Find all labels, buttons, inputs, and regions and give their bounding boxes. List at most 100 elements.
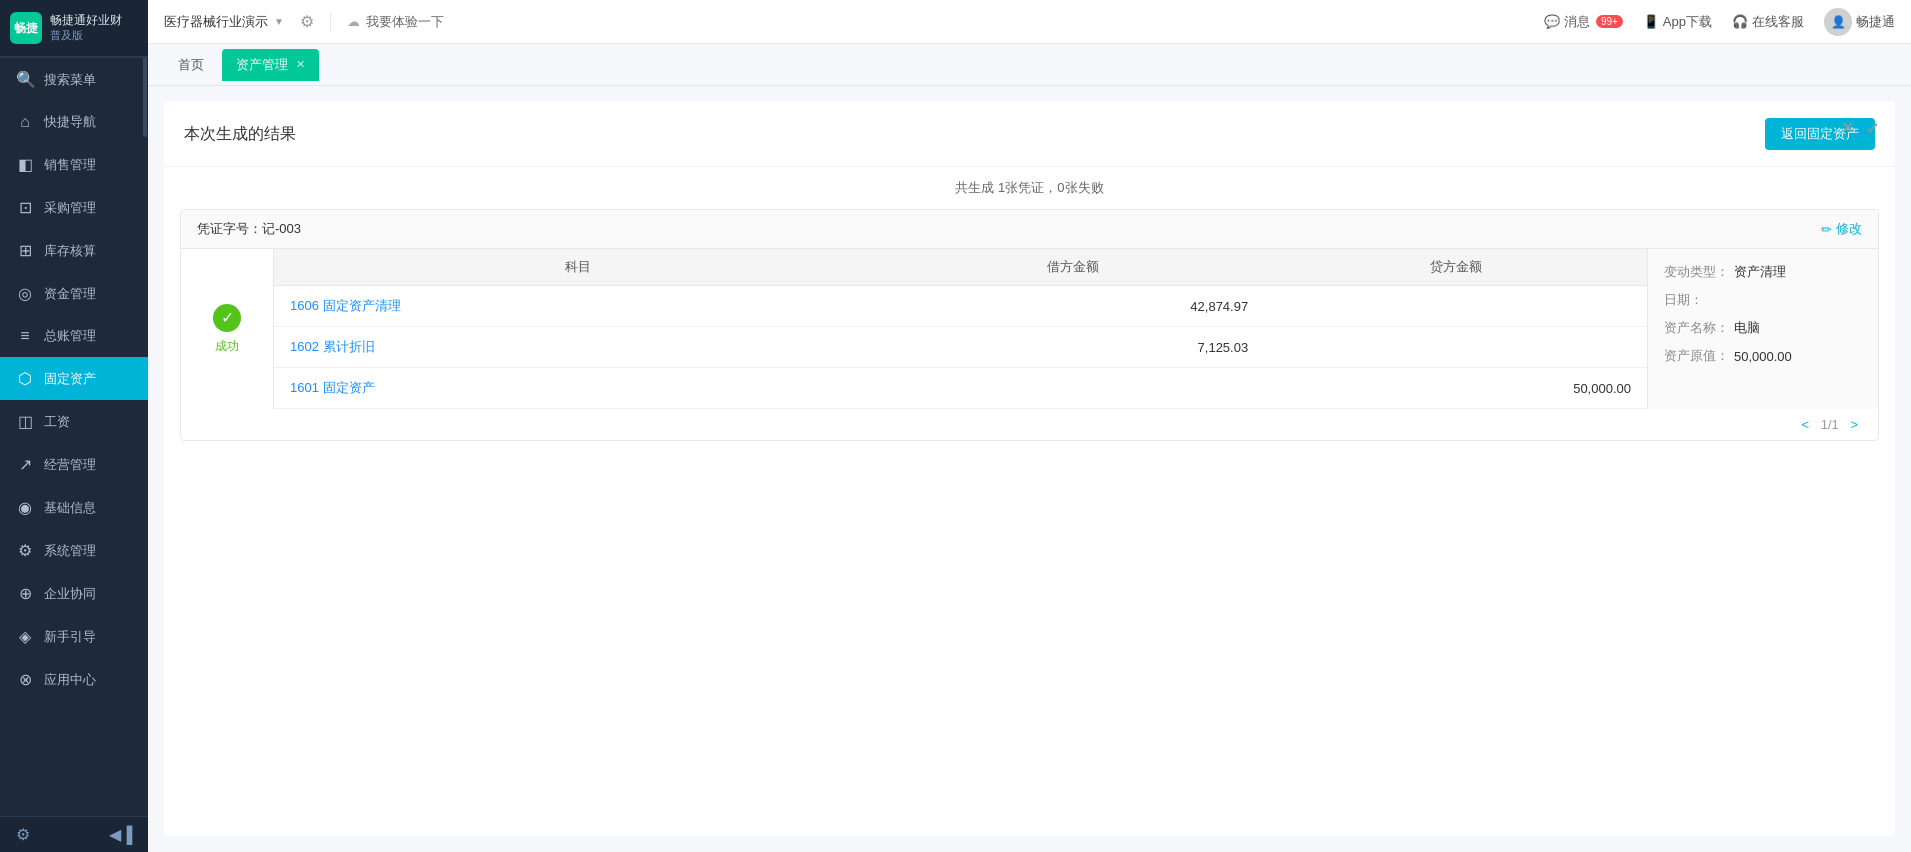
edit-label: 修改 bbox=[1836, 220, 1862, 238]
message-button[interactable]: 💬 消息 99+ bbox=[1544, 13, 1623, 31]
panel-change-type: 变动类型： 资产清理 bbox=[1664, 263, 1862, 281]
sidebar-item-system[interactable]: ⚙ 系统管理 bbox=[0, 529, 148, 572]
tab-asset-label: 资产管理 bbox=[236, 56, 288, 74]
sidebar-item-wages[interactable]: ◫ 工资 bbox=[0, 400, 148, 443]
asset-name-value: 电脑 bbox=[1734, 319, 1760, 337]
logo-icon: 畅捷 bbox=[10, 12, 42, 44]
sidebar-item-appstore[interactable]: ⊗ 应用中心 bbox=[0, 658, 148, 701]
row3-subject: 1601 固定资产 bbox=[274, 368, 881, 409]
success-icon-circle: ✓ bbox=[213, 304, 241, 332]
voucher-edit-button[interactable]: ✏ 修改 bbox=[1821, 220, 1862, 238]
main-area: 医疗器械行业演示 ▼ ⚙ ☁ 我要体验一下 💬 消息 99+ 📱 App下载 🎧… bbox=[148, 0, 1911, 852]
success-indicator: ✓ 成功 bbox=[193, 249, 261, 409]
app-download-button[interactable]: 📱 App下载 bbox=[1643, 13, 1712, 31]
sidebar-item-label: 经营管理 bbox=[44, 456, 96, 474]
home-icon: ⌂ bbox=[16, 113, 34, 131]
voucher-pagination: < 1/1 > bbox=[181, 409, 1878, 440]
settings-footer-icon[interactable]: ⚙ bbox=[16, 825, 30, 844]
voucher-table: 科目 借方金额 贷方金额 1606 固定资产清理 42,874.97 bbox=[274, 249, 1648, 409]
app-download-label: App下载 bbox=[1663, 13, 1712, 31]
close-button[interactable]: ✕ bbox=[1839, 116, 1856, 139]
change-type-value: 资产清理 bbox=[1734, 263, 1786, 281]
table-row: 1601 固定资产 50,000.00 bbox=[274, 368, 1647, 409]
message-label: 消息 bbox=[1564, 13, 1590, 31]
row1-debit: 42,874.97 bbox=[881, 286, 1264, 327]
sidebar-item-base[interactable]: ◉ 基础信息 bbox=[0, 486, 148, 529]
sidebar-item-label: 采购管理 bbox=[44, 199, 96, 217]
corp-icon: ⊕ bbox=[16, 584, 34, 603]
sidebar-item-ledger[interactable]: ≡ 总账管理 bbox=[0, 315, 148, 357]
sidebar-item-funds[interactable]: ◎ 资金管理 bbox=[0, 272, 148, 315]
sidebar-item-quicknav[interactable]: ⌂ 快捷导航 bbox=[0, 101, 148, 143]
fold-icon[interactable]: ◀▐ bbox=[109, 825, 132, 844]
expand-button[interactable]: ⤢ bbox=[1864, 116, 1881, 139]
next-page-button[interactable]: > bbox=[1850, 417, 1858, 432]
result-header: 本次生成的结果 返回固定资产 bbox=[164, 102, 1895, 167]
wages-icon: ◫ bbox=[16, 412, 34, 431]
change-type-label: 变动类型： bbox=[1664, 263, 1734, 281]
row2-subject: 1602 累计折旧 bbox=[274, 327, 881, 368]
tab-close-icon[interactable]: ✕ bbox=[296, 58, 305, 71]
sidebar-item-label: 企业协同 bbox=[44, 585, 96, 603]
trial-button[interactable]: ☁ 我要体验一下 bbox=[347, 13, 444, 31]
username-label: 畅捷通 bbox=[1856, 13, 1895, 31]
asset-original-value: 50,000.00 bbox=[1734, 349, 1792, 364]
sidebar-item-ops[interactable]: ↗ 经营管理 bbox=[0, 443, 148, 486]
row1-subject: 1606 固定资产清理 bbox=[274, 286, 881, 327]
voucher-header: 凭证字号：记-003 ✏ 修改 bbox=[181, 210, 1878, 249]
ops-icon: ↗ bbox=[16, 455, 34, 474]
asset-original-label: 资产原值： bbox=[1664, 347, 1734, 365]
sidebar-item-label: 库存核算 bbox=[44, 242, 96, 260]
edit-icon: ✏ bbox=[1821, 222, 1832, 237]
sidebar-item-guide[interactable]: ◈ 新手引导 bbox=[0, 615, 148, 658]
tabbar: 首页 资产管理 ✕ bbox=[148, 44, 1911, 86]
sidebar-scrollbar[interactable] bbox=[143, 57, 147, 137]
base-icon: ◉ bbox=[16, 498, 34, 517]
inventory-icon: ⊞ bbox=[16, 241, 34, 260]
sidebar-nav: 🔍 搜索菜单 ⌂ 快捷导航 ◧ 销售管理 ⊡ 采购管理 ⊞ 库存核算 ◎ 资金管… bbox=[0, 57, 148, 816]
voucher-section: 凭证字号：记-003 ✏ 修改 ✓ 成功 bbox=[180, 209, 1879, 441]
tab-asset[interactable]: 资产管理 ✕ bbox=[222, 49, 319, 81]
logo-title: 畅捷通好业财 bbox=[50, 13, 122, 29]
sidebar-item-label: 固定资产 bbox=[44, 370, 96, 388]
summary-text: 共生成 1张凭证，0张失败 bbox=[164, 167, 1895, 209]
row3-credit: 50,000.00 bbox=[1264, 368, 1647, 409]
voucher-body: ✓ 成功 科目 借方金额 贷方金额 bbox=[181, 249, 1878, 409]
sidebar-item-purchase[interactable]: ⊡ 采购管理 bbox=[0, 186, 148, 229]
sidebar-item-label: 工资 bbox=[44, 413, 70, 431]
sidebar-item-search[interactable]: 🔍 搜索菜单 bbox=[0, 57, 148, 101]
voucher-right-panel: 变动类型： 资产清理 日期： 资产名称： 电脑 资产原值： bbox=[1648, 249, 1878, 409]
service-button[interactable]: 🎧 在线客服 bbox=[1732, 13, 1804, 31]
company-selector[interactable]: 医疗器械行业演示 ▼ bbox=[164, 13, 284, 31]
company-name: 医疗器械行业演示 bbox=[164, 13, 268, 31]
sidebar-footer: ⚙ ◀▐ bbox=[0, 816, 148, 852]
panel-asset-name: 资产名称： 电脑 bbox=[1664, 319, 1862, 337]
result-page: ✕ ⤢ 本次生成的结果 返回固定资产 共生成 1张凭证，0张失败 凭证字号：记-… bbox=[164, 102, 1895, 836]
sidebar-item-label: 新手引导 bbox=[44, 628, 96, 646]
page-title: 本次生成的结果 bbox=[184, 124, 296, 145]
page-indicator: 1/1 bbox=[1821, 417, 1843, 432]
company-dropdown-arrow: ▼ bbox=[274, 16, 284, 27]
sidebar-item-sales[interactable]: ◧ 销售管理 bbox=[0, 143, 148, 186]
sidebar-item-fixed[interactable]: ⬡ 固定资产 bbox=[0, 357, 148, 400]
message-icon: 💬 bbox=[1544, 14, 1560, 29]
sidebar-item-corp[interactable]: ⊕ 企业协同 bbox=[0, 572, 148, 615]
service-label: 在线客服 bbox=[1752, 13, 1804, 31]
cloud-icon: ☁ bbox=[347, 14, 360, 29]
phone-icon: 📱 bbox=[1643, 14, 1659, 29]
sidebar-item-inventory[interactable]: ⊞ 库存核算 bbox=[0, 229, 148, 272]
topbar-gear-icon[interactable]: ⚙ bbox=[300, 12, 314, 31]
sidebar-item-label: 应用中心 bbox=[44, 671, 96, 689]
content-area: ✕ ⤢ 本次生成的结果 返回固定资产 共生成 1张凭证，0张失败 凭证字号：记-… bbox=[148, 86, 1911, 852]
sidebar-item-label: 销售管理 bbox=[44, 156, 96, 174]
appstore-icon: ⊗ bbox=[16, 670, 34, 689]
col-debit: 借方金额 bbox=[881, 249, 1264, 286]
user-area[interactable]: 👤 畅捷通 bbox=[1824, 8, 1895, 36]
success-label: 成功 bbox=[215, 338, 239, 355]
funds-icon: ◎ bbox=[16, 284, 34, 303]
tab-home[interactable]: 首页 bbox=[164, 49, 218, 81]
search-icon: 🔍 bbox=[16, 70, 34, 89]
prev-page-button[interactable]: < bbox=[1802, 417, 1810, 432]
row2-debit: 7,125.03 bbox=[881, 327, 1264, 368]
sidebar-item-label: 资金管理 bbox=[44, 285, 96, 303]
